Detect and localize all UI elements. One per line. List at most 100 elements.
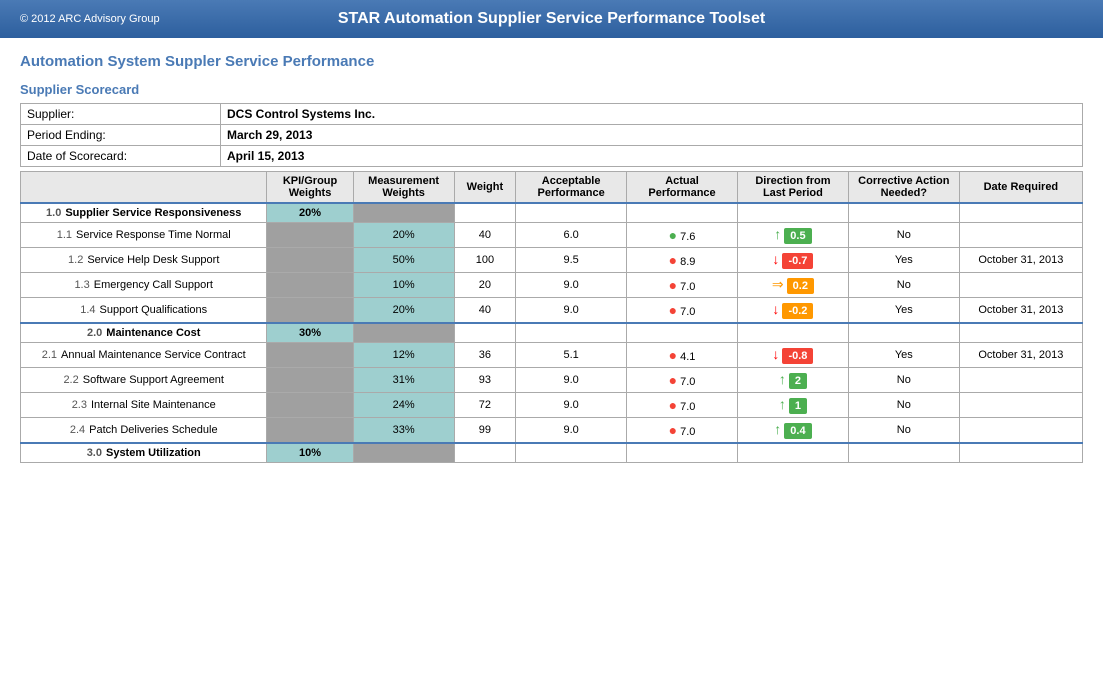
col-header-name (21, 172, 267, 204)
info-row: Date of Scorecard:April 15, 2013 (21, 146, 1083, 167)
item-actual: ● 7.0 (627, 418, 738, 444)
item-meas-weight: 10% (353, 273, 454, 298)
group-kpi-weight: 30% (267, 323, 353, 343)
group-cell-empty (959, 443, 1082, 463)
group-cell-empty (627, 323, 738, 343)
item-corrective: Yes (848, 248, 959, 273)
item-weight: 93 (454, 368, 516, 393)
item-direction: ↑ 0.5 (737, 223, 848, 248)
item-row: 2.3Internal Site Maintenance24%729.0● 7.… (21, 393, 1083, 418)
col-header-acceptable: Acceptable Performance (516, 172, 627, 204)
group-cell-empty (516, 203, 627, 223)
group-name: 3.0System Utilization (21, 443, 267, 463)
item-weight: 100 (454, 248, 516, 273)
item-weight: 40 (454, 223, 516, 248)
group-cell-empty (848, 203, 959, 223)
group-kpi-weight: 10% (267, 443, 353, 463)
item-actual: ● 7.0 (627, 273, 738, 298)
item-acceptable: 9.0 (516, 298, 627, 324)
group-cell-empty (959, 323, 1082, 343)
item-kpi-empty (267, 273, 353, 298)
item-name: 2.1Annual Maintenance Service Contract (21, 343, 267, 368)
item-name: 1.3Emergency Call Support (21, 273, 267, 298)
group-cell-empty (737, 203, 848, 223)
group-meas-empty (353, 443, 454, 463)
section-title: Supplier Scorecard (20, 82, 1083, 97)
item-acceptable: 6.0 (516, 223, 627, 248)
info-table: Supplier:DCS Control Systems Inc.Period … (20, 103, 1083, 167)
item-kpi-empty (267, 343, 353, 368)
item-corrective: No (848, 223, 959, 248)
item-acceptable: 9.0 (516, 273, 627, 298)
item-actual: ● 7.0 (627, 298, 738, 324)
item-direction: ↑ 2 (737, 368, 848, 393)
group-name: 2.0Maintenance Cost (21, 323, 267, 343)
col-header-actual: Actual Performance (627, 172, 738, 204)
app-title: STAR Automation Supplier Service Perform… (338, 10, 765, 28)
item-name: 2.4Patch Deliveries Schedule (21, 418, 267, 444)
item-weight: 20 (454, 273, 516, 298)
item-actual: ● 7.6 (627, 223, 738, 248)
item-date (959, 368, 1082, 393)
group-name: 1.0Supplier Service Responsiveness (21, 203, 267, 223)
info-row: Period Ending:March 29, 2013 (21, 125, 1083, 146)
item-kpi-empty (267, 418, 353, 444)
item-weight: 72 (454, 393, 516, 418)
item-meas-weight: 20% (353, 223, 454, 248)
item-kpi-empty (267, 223, 353, 248)
page-title: Automation System Suppler Service Perfor… (20, 53, 1083, 70)
item-date (959, 418, 1082, 444)
item-acceptable: 9.0 (516, 368, 627, 393)
col-header-weight: Weight (454, 172, 516, 204)
item-date (959, 223, 1082, 248)
item-date: October 31, 2013 (959, 298, 1082, 324)
item-kpi-empty (267, 368, 353, 393)
item-meas-weight: 12% (353, 343, 454, 368)
item-row: 1.2Service Help Desk Support50%1009.5● 8… (21, 248, 1083, 273)
info-value: April 15, 2013 (221, 146, 1083, 167)
item-actual: ● 7.0 (627, 368, 738, 393)
item-corrective: No (848, 418, 959, 444)
group-cell-empty (627, 443, 738, 463)
scorecard-table: KPI/Group Weights Measurement Weights We… (20, 171, 1083, 463)
group-cell-empty (848, 323, 959, 343)
info-value: DCS Control Systems Inc. (221, 104, 1083, 125)
item-date: October 31, 2013 (959, 248, 1082, 273)
item-actual: ● 8.9 (627, 248, 738, 273)
item-name: 1.4Support Qualifications (21, 298, 267, 324)
col-header-kpi: KPI/Group Weights (267, 172, 353, 204)
group-meas-empty (353, 323, 454, 343)
item-row: 2.4Patch Deliveries Schedule33%999.0● 7.… (21, 418, 1083, 444)
item-kpi-empty (267, 393, 353, 418)
group-meas-empty (353, 203, 454, 223)
group-cell-empty (959, 203, 1082, 223)
item-name: 1.1Service Response Time Normal (21, 223, 267, 248)
group-row: 3.0System Utilization10% (21, 443, 1083, 463)
item-meas-weight: 31% (353, 368, 454, 393)
group-cell-empty (848, 443, 959, 463)
info-label: Period Ending: (21, 125, 221, 146)
item-direction: ↑ 1 (737, 393, 848, 418)
group-cell-empty (454, 203, 516, 223)
info-row: Supplier:DCS Control Systems Inc. (21, 104, 1083, 125)
item-weight: 99 (454, 418, 516, 444)
item-acceptable: 5.1 (516, 343, 627, 368)
item-acceptable: 9.0 (516, 418, 627, 444)
item-kpi-empty (267, 248, 353, 273)
item-meas-weight: 20% (353, 298, 454, 324)
item-name: 1.2Service Help Desk Support (21, 248, 267, 273)
copyright-text: © 2012 ARC Advisory Group (20, 13, 160, 25)
item-acceptable: 9.5 (516, 248, 627, 273)
item-direction: ↑ 0.4 (737, 418, 848, 444)
col-header-direction: Direction from Last Period (737, 172, 848, 204)
item-weight: 40 (454, 298, 516, 324)
item-corrective: Yes (848, 343, 959, 368)
table-header-row: KPI/Group Weights Measurement Weights We… (21, 172, 1083, 204)
item-corrective: No (848, 393, 959, 418)
info-value: March 29, 2013 (221, 125, 1083, 146)
item-direction: ⇒ 0.2 (737, 273, 848, 298)
group-cell-empty (516, 323, 627, 343)
group-cell-empty (516, 443, 627, 463)
item-actual: ● 7.0 (627, 393, 738, 418)
group-row: 2.0Maintenance Cost30% (21, 323, 1083, 343)
